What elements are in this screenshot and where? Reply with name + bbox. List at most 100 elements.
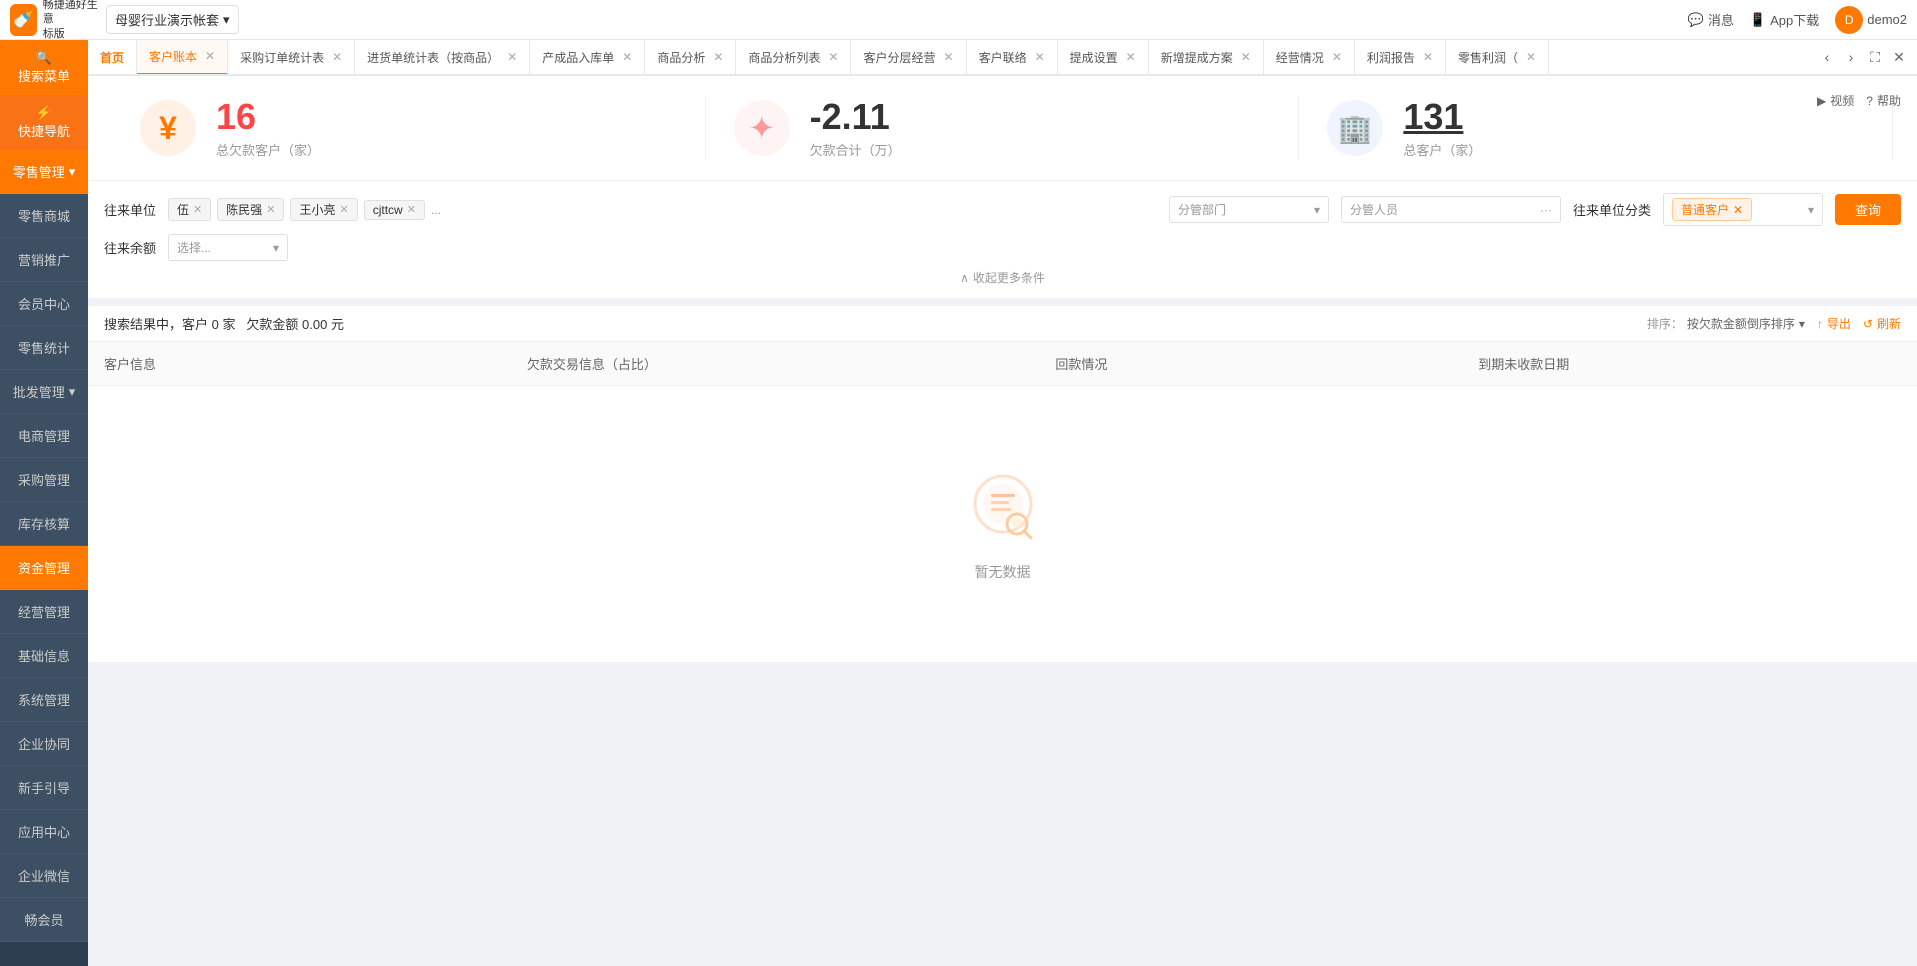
tab-operations[interactable]: 经营情况 ✕ [1264, 40, 1355, 75]
building-icon: 🏢 [1327, 100, 1383, 156]
sidebar-item-member[interactable]: 会员中心 [0, 282, 88, 326]
tab-close-icon[interactable]: ✕ [1332, 50, 1342, 64]
sidebar-item-marketing[interactable]: 营销推广 [0, 238, 88, 282]
refresh-button[interactable]: ↺ 刷新 [1863, 315, 1901, 332]
stat-icon-1: ¥ [136, 96, 200, 160]
tab-close-icon[interactable]: ✕ [1526, 50, 1536, 64]
balance-filter-label: 往来余额 [104, 238, 156, 257]
remove-tag-cjttcw[interactable]: ✕ [407, 203, 416, 216]
tab-customer-segment[interactable]: 客户分层经营 ✕ [851, 40, 966, 75]
filter-area: 往来单位 伍 ✕ 陈民强 ✕ 王小亮 ✕ [88, 181, 1917, 298]
tab-home[interactable]: 首页 [88, 40, 137, 75]
stat-label-customers: 总欠款客户（家） [216, 140, 320, 159]
tab-profit-report[interactable]: 利润报告 ✕ [1355, 40, 1446, 75]
filter-more-tags[interactable]: ... [431, 203, 441, 217]
sidebar-item-inventory[interactable]: 库存核算 [0, 502, 88, 546]
tab-close-icon[interactable]: ✕ [1241, 50, 1251, 64]
tab-product-analysis[interactable]: 商品分析 ✕ [645, 40, 736, 75]
play-icon: ▶ [1817, 94, 1826, 108]
remove-tag-wang[interactable]: ✕ [340, 203, 349, 216]
sidebar-item-guide[interactable]: 新手引导 [0, 766, 88, 810]
stat-icon-3: 🏢 [1323, 96, 1387, 160]
tab-close-icon[interactable]: ✕ [507, 50, 517, 64]
tab-new-commission[interactable]: 新增提成方案 ✕ [1149, 40, 1264, 75]
sidebar-item-retail-stats[interactable]: 零售统计 [0, 326, 88, 370]
tab-close-icon[interactable]: ✕ [1035, 50, 1045, 64]
tab-close-icon[interactable]: ✕ [1126, 50, 1136, 64]
sort-selector[interactable]: 排序： 按欠款金额倒序排序 ▾ [1647, 315, 1805, 332]
sidebar-item-app-center[interactable]: 应用中心 [0, 810, 88, 854]
tab-close-icon[interactable]: ✕ [205, 49, 215, 63]
sidebar-item-chang-member[interactable]: 畅会员 [0, 898, 88, 942]
sidebar-item-retail-mall[interactable]: 零售商城 [0, 194, 88, 238]
filter-tag-wu[interactable]: 伍 ✕ [168, 198, 211, 221]
filter-tag-wang[interactable]: 王小亮 ✕ [290, 198, 357, 221]
sidebar: 🔍 搜索菜单 ⚡ 快捷导航 零售管理 ▾ 零售商城 营销推广 会员中心 零售统计… [0, 40, 88, 966]
col-header-collection: 回款情况 [1055, 354, 1478, 373]
collapse-button[interactable]: ∧ 收起更多条件 [104, 269, 1901, 286]
chevron-icon: ▾ [69, 384, 76, 400]
remove-category[interactable]: ✕ [1733, 203, 1743, 217]
tab-close-all[interactable]: ✕ [1889, 47, 1909, 67]
filter-tag-cjttcw[interactable]: cjttcw ✕ [364, 200, 425, 220]
person-filter-select[interactable]: 分管人员 ··· [1341, 196, 1561, 223]
category-filter-select[interactable]: 普通客户 ✕ ▾ [1663, 193, 1823, 226]
tab-close-icon[interactable]: ✕ [332, 50, 342, 64]
enterprise-selector[interactable]: 母婴行业演示帐套 ▾ [106, 5, 239, 34]
sidebar-item-enterprise-collab[interactable]: 企业协同 [0, 722, 88, 766]
sidebar-item-wholesale[interactable]: 批发管理 ▾ [0, 370, 88, 414]
selected-category-tag[interactable]: 普通客户 ✕ [1672, 198, 1752, 221]
query-button[interactable]: 查询 [1835, 194, 1901, 225]
tab-right-arrow[interactable]: › [1841, 47, 1861, 67]
table-header: 客户信息 欠款交易信息（占比） 回款情况 到期未收款日期 [88, 342, 1917, 386]
export-button[interactable]: ↑ 导出 [1817, 315, 1851, 332]
sidebar-item-wechat[interactable]: 企业微信 [0, 854, 88, 898]
tab-customer-contact[interactable]: 客户联络 ✕ [967, 40, 1058, 75]
results-actions: 排序： 按欠款金额倒序排序 ▾ ↑ 导出 ↺ 刷新 [1647, 315, 1901, 332]
tab-left-arrow[interactable]: ‹ [1817, 47, 1837, 67]
sidebar-item-operation[interactable]: 经营管理 [0, 590, 88, 634]
help-link[interactable]: ? 帮助 [1866, 92, 1901, 109]
tab-commission-settings[interactable]: 提成设置 ✕ [1058, 40, 1149, 75]
tab-close-icon[interactable]: ✕ [828, 50, 838, 64]
tab-product-analysis-list[interactable]: 商品分析列表 ✕ [736, 40, 851, 75]
sidebar-item-quick-nav[interactable]: ⚡ 快捷导航 [0, 95, 88, 150]
filter-tag-chen[interactable]: 陈民强 ✕ [217, 198, 284, 221]
app-download-button[interactable]: 📱 App下载 [1750, 10, 1819, 29]
sidebar-item-system[interactable]: 系统管理 [0, 678, 88, 722]
content-area: 首页 客户账本 ✕ 采购订单统计表 ✕ 进货单统计表（按商品） ✕ 产成品入库单… [88, 40, 1917, 966]
stat-total-debt: ✦ -2.11 欠款合计（万） [706, 96, 1300, 160]
tab-customer-ledger[interactable]: 客户账本 ✕ [137, 40, 228, 75]
tab-close-icon[interactable]: ✕ [944, 50, 954, 64]
empty-text: 暂无数据 [975, 562, 1031, 582]
tab-production-inbound[interactable]: 产成品入库单 ✕ [530, 40, 645, 75]
tab-purchase-order-stats[interactable]: 采购订单统计表 ✕ [228, 40, 355, 75]
balance-filter-select[interactable]: 选择... ▾ [168, 234, 288, 261]
question-icon: ? [1866, 94, 1873, 108]
sidebar-item-ecommerce[interactable]: 电商管理 [0, 414, 88, 458]
tab-retail-profit[interactable]: 零售利润（ ✕ [1446, 40, 1549, 75]
dept-filter-select[interactable]: 分管部门 ▾ [1169, 196, 1329, 223]
message-button[interactable]: 💬 消息 [1688, 10, 1734, 29]
stat-total-customers: 🏢 131 总客户（家） [1299, 96, 1893, 160]
remove-tag-chen[interactable]: ✕ [266, 203, 275, 216]
video-help-area: ▶ 视频 ? 帮助 [1817, 92, 1901, 109]
col-header-debt: 欠款交易信息（占比） [527, 354, 1056, 373]
stat-text-3: 131 总客户（家） [1403, 97, 1481, 160]
chevron-up-icon: ∧ [960, 271, 969, 285]
tab-maximize[interactable]: ⛶ [1865, 47, 1885, 67]
tab-close-icon[interactable]: ✕ [713, 50, 723, 64]
sidebar-item-purchase[interactable]: 采购管理 [0, 458, 88, 502]
remove-tag-wu[interactable]: ✕ [193, 203, 202, 216]
tab-close-icon[interactable]: ✕ [622, 50, 632, 64]
video-link[interactable]: ▶ 视频 [1817, 92, 1854, 109]
tab-close-icon[interactable]: ✕ [1423, 50, 1433, 64]
tab-inbound-stats[interactable]: 进货单统计表（按商品） ✕ [355, 40, 530, 75]
export-icon: ↑ [1817, 317, 1823, 331]
sidebar-item-retail[interactable]: 零售管理 ▾ [0, 150, 88, 194]
category-filter-label: 往来单位分类 [1573, 200, 1651, 219]
sidebar-item-search[interactable]: 🔍 搜索菜单 [0, 40, 88, 95]
sidebar-item-finance[interactable]: 资金管理 [0, 546, 88, 590]
user-menu[interactable]: D demo2 [1835, 6, 1907, 34]
sidebar-item-basic-info[interactable]: 基础信息 [0, 634, 88, 678]
